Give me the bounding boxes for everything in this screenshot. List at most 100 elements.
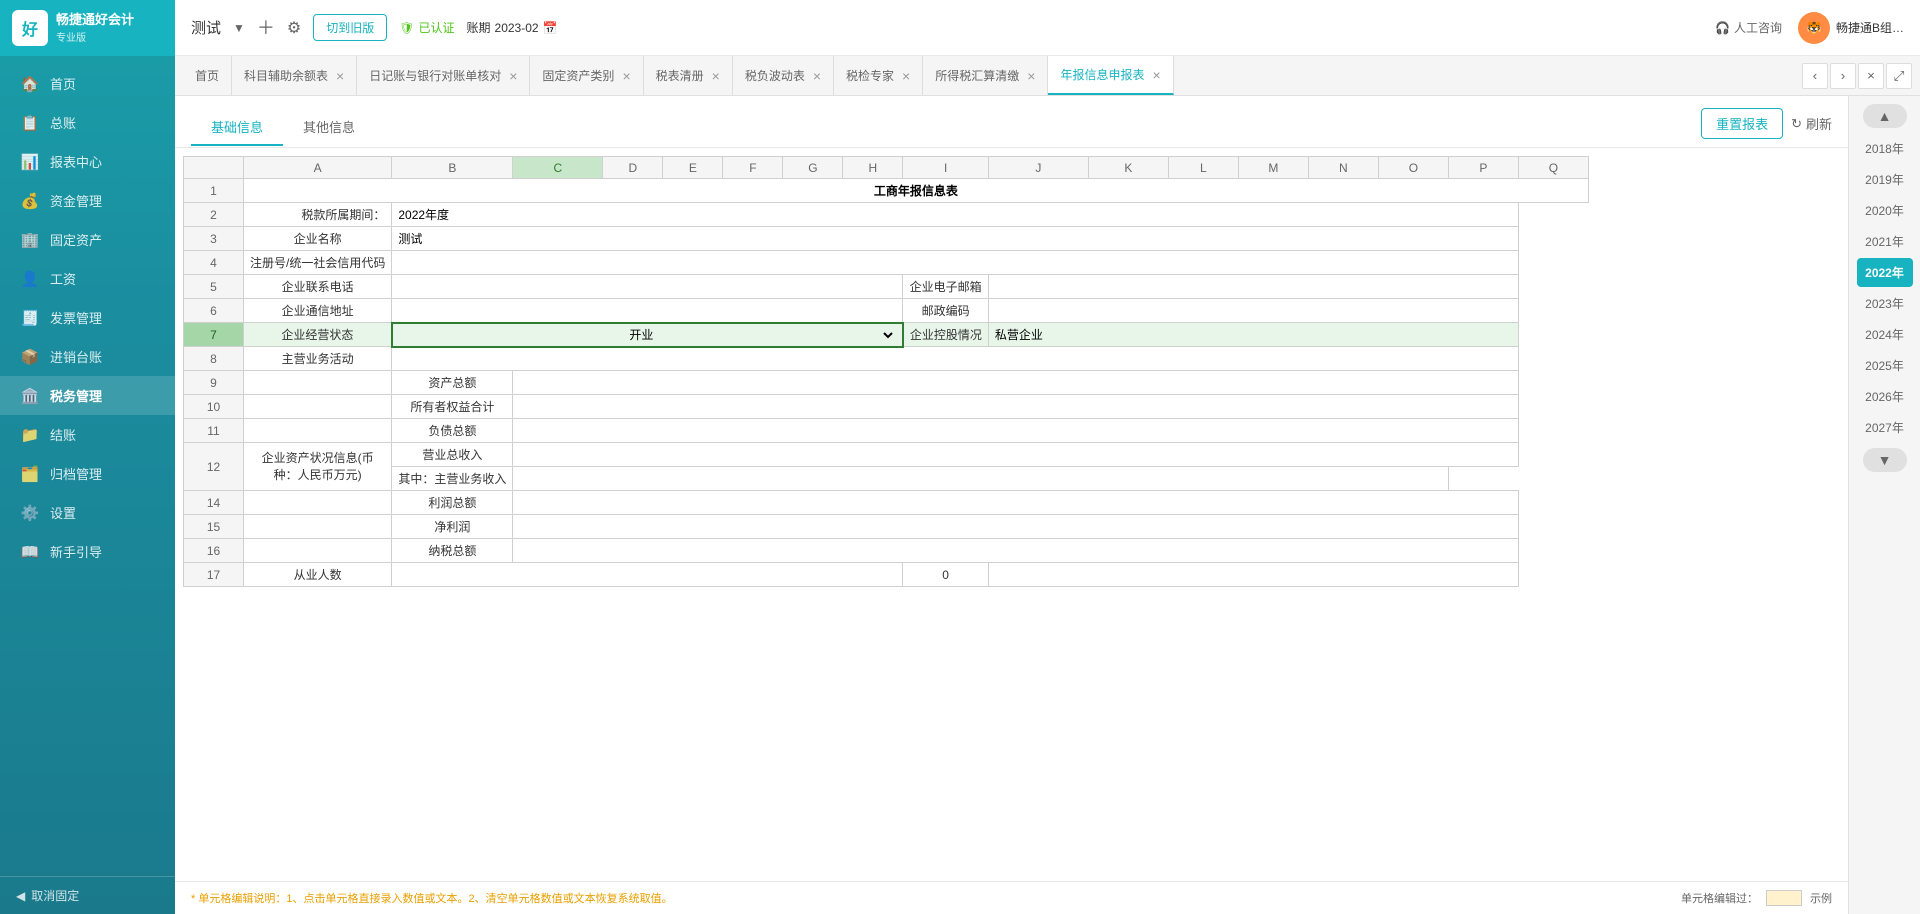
refresh-label: 刷新 (1806, 114, 1832, 133)
sidebar-item-设置[interactable]: ⚙️设置 (0, 493, 175, 532)
main-area: 测试 ▼ ＋ ⚙ 切到旧版 🛡 已认证 账期 2023-02 📅 🎧 人工咨询 … (175, 0, 1920, 914)
user-name: 畅捷通B组… (1836, 19, 1904, 36)
nav-label: 税务管理 (50, 386, 102, 405)
col-header-O: O (1378, 157, 1448, 179)
sidebar-item-固定资产[interactable]: 🏢固定资产 (0, 220, 175, 259)
calendar-icon[interactable]: 📅 (543, 21, 558, 35)
cell: 测试 (392, 227, 1519, 251)
example-label: 单元格编辑过： (1681, 890, 1758, 906)
row-num-6: 6 (184, 299, 244, 323)
sidebar-item-归档管理[interactable]: 🗂️归档管理 (0, 454, 175, 493)
topbar-add-btn[interactable]: ＋ (257, 19, 275, 37)
subtab-0[interactable]: 基础信息 (191, 109, 283, 146)
tab-1[interactable]: 科目辅助余额表× (232, 56, 357, 95)
tab-0[interactable]: 首页 (183, 56, 232, 95)
refresh-icon: ↻ (1791, 116, 1802, 132)
cell: 营业总收入 (392, 443, 513, 467)
tab-close-btn[interactable]: × (712, 68, 720, 84)
nav-label: 结账 (50, 425, 76, 444)
spreadsheet-container[interactable]: ABCDEFGHIJKLMNOPQ1工商年报信息表2税款所属期间：2022年度3… (175, 148, 1848, 881)
refresh-btn[interactable]: ↻ 刷新 (1791, 114, 1832, 133)
period-value: 2023-02 (495, 21, 539, 35)
tab-8[interactable]: 年报信息申报表× (1048, 56, 1173, 95)
topbar-dropdown-icon[interactable]: ▼ (233, 21, 245, 35)
nav-label: 新手引导 (50, 542, 102, 561)
tab-close-btn[interactable]: × (509, 68, 517, 84)
tab-nav-btns: ‹ › × ⤢ (1802, 63, 1912, 89)
year-item-2022年[interactable]: 2022年 (1857, 258, 1913, 287)
tab-close-all-btn[interactable]: × (1858, 63, 1884, 89)
sheet-table: ABCDEFGHIJKLMNOPQ1工商年报信息表2税款所属期间：2022年度3… (183, 156, 1589, 587)
nav-label: 报表中心 (50, 152, 102, 171)
year-item-2019年[interactable]: 2019年 (1857, 165, 1913, 194)
tab-scroll-left-btn[interactable]: ‹ (1802, 63, 1828, 89)
year-scroll-down-btn[interactable]: ▼ (1863, 448, 1907, 472)
year-item-2020年[interactable]: 2020年 (1857, 196, 1913, 225)
tab-close-btn[interactable]: × (336, 68, 344, 84)
sidebar-item-首页[interactable]: 🏠首页 (0, 64, 175, 103)
col-header-L: L (1168, 157, 1238, 179)
tab-label: 税表清册 (656, 67, 704, 84)
year-item-2021年[interactable]: 2021年 (1857, 227, 1913, 256)
topbar-settings-btn[interactable]: ⚙ (287, 18, 301, 38)
tab-6[interactable]: 税检专家× (834, 56, 923, 95)
switch-old-btn[interactable]: 切到旧版 (313, 14, 387, 41)
year-item-2024年[interactable]: 2024年 (1857, 320, 1913, 349)
subtab-1[interactable]: 其他信息 (283, 109, 375, 146)
year-item-2023年[interactable]: 2023年 (1857, 289, 1913, 318)
sidebar-item-报表中心[interactable]: 📊报表中心 (0, 142, 175, 181)
tab-scroll-right-btn[interactable]: › (1830, 63, 1856, 89)
sidebar-logo: 好 畅捷通好会计 专业版 (0, 0, 175, 56)
sidebar-item-工资[interactable]: 👤工资 (0, 259, 175, 298)
cell (513, 539, 1519, 563)
tab-5[interactable]: 税负波动表× (733, 56, 834, 95)
tabbar: 首页科目辅助余额表×日记账与银行对账单核对×固定资产类别×税表清册×税负波动表×… (175, 56, 1920, 96)
sidebar-item-进销台账[interactable]: 📦进销台账 (0, 337, 175, 376)
year-item-2025年[interactable]: 2025年 (1857, 351, 1913, 380)
tab-3[interactable]: 固定资产类别× (530, 56, 643, 95)
year-item-2027年[interactable]: 2027年 (1857, 413, 1913, 442)
tab-close-btn[interactable]: × (813, 68, 821, 84)
tab-close-btn[interactable]: × (902, 68, 910, 84)
col-header-D: D (603, 157, 663, 179)
nav-icon: 📖 (20, 543, 40, 561)
main-panel: 基础信息其他信息 重置报表 ↻ 刷新 ABCDEFGHIJKLMNOPQ1工商年… (175, 96, 1848, 914)
sidebar-item-发票管理[interactable]: 🧾发票管理 (0, 298, 175, 337)
cancel-fixed-btn[interactable]: ◀ 取消固定 (0, 876, 175, 914)
col-header-C: C (513, 157, 603, 179)
example-text: 示例 (1810, 890, 1832, 906)
tab-4[interactable]: 税表清册 × (644, 56, 733, 95)
tab-close-btn[interactable]: × (1027, 68, 1035, 84)
sidebar-item-资金管理[interactable]: 💰资金管理 (0, 181, 175, 220)
user-menu[interactable]: 🐯 畅捷通B组… (1798, 12, 1904, 44)
business-status-dropdown[interactable]: 开业 (399, 327, 896, 343)
nav-label: 固定资产 (50, 230, 102, 249)
reset-btn[interactable]: 重置报表 (1701, 108, 1783, 139)
col-header-P: P (1448, 157, 1518, 179)
row-num-1: 1 (184, 179, 244, 203)
year-scroll-up-btn[interactable]: ▲ (1863, 104, 1907, 128)
tab-2[interactable]: 日记账与银行对账单核对× (357, 56, 530, 95)
nav-label: 设置 (50, 503, 76, 522)
row-num-17: 17 (184, 563, 244, 587)
help-btn[interactable]: 🎧 人工咨询 (1715, 19, 1782, 36)
cell (244, 539, 392, 563)
cell (392, 563, 903, 587)
tab-close-btn[interactable]: × (1152, 67, 1160, 83)
cell[interactable]: 开业 (392, 323, 903, 347)
cell (392, 275, 903, 299)
year-item-2018年[interactable]: 2018年 (1857, 134, 1913, 163)
year-list: 2018年2019年2020年2021年2022年2023年2024年2025年… (1857, 132, 1913, 444)
row-num-4: 4 (184, 251, 244, 275)
sidebar-item-结账[interactable]: 📁结账 (0, 415, 175, 454)
tab-expand-btn[interactable]: ⤢ (1886, 63, 1912, 89)
tab-7[interactable]: 所得税汇算清缴× (923, 56, 1048, 95)
year-item-2026年[interactable]: 2026年 (1857, 382, 1913, 411)
cell: 邮政编码 (903, 299, 989, 323)
sidebar-item-总账[interactable]: 📋总账 (0, 103, 175, 142)
col-header-Q: Q (1518, 157, 1588, 179)
tab-close-btn[interactable]: × (622, 68, 630, 84)
sidebar-item-税务管理[interactable]: 🏛️税务管理 (0, 376, 175, 415)
subtab-bar: 基础信息其他信息 重置报表 ↻ 刷新 (175, 96, 1848, 148)
sidebar-item-新手引导[interactable]: 📖 新手引导 (0, 532, 175, 571)
